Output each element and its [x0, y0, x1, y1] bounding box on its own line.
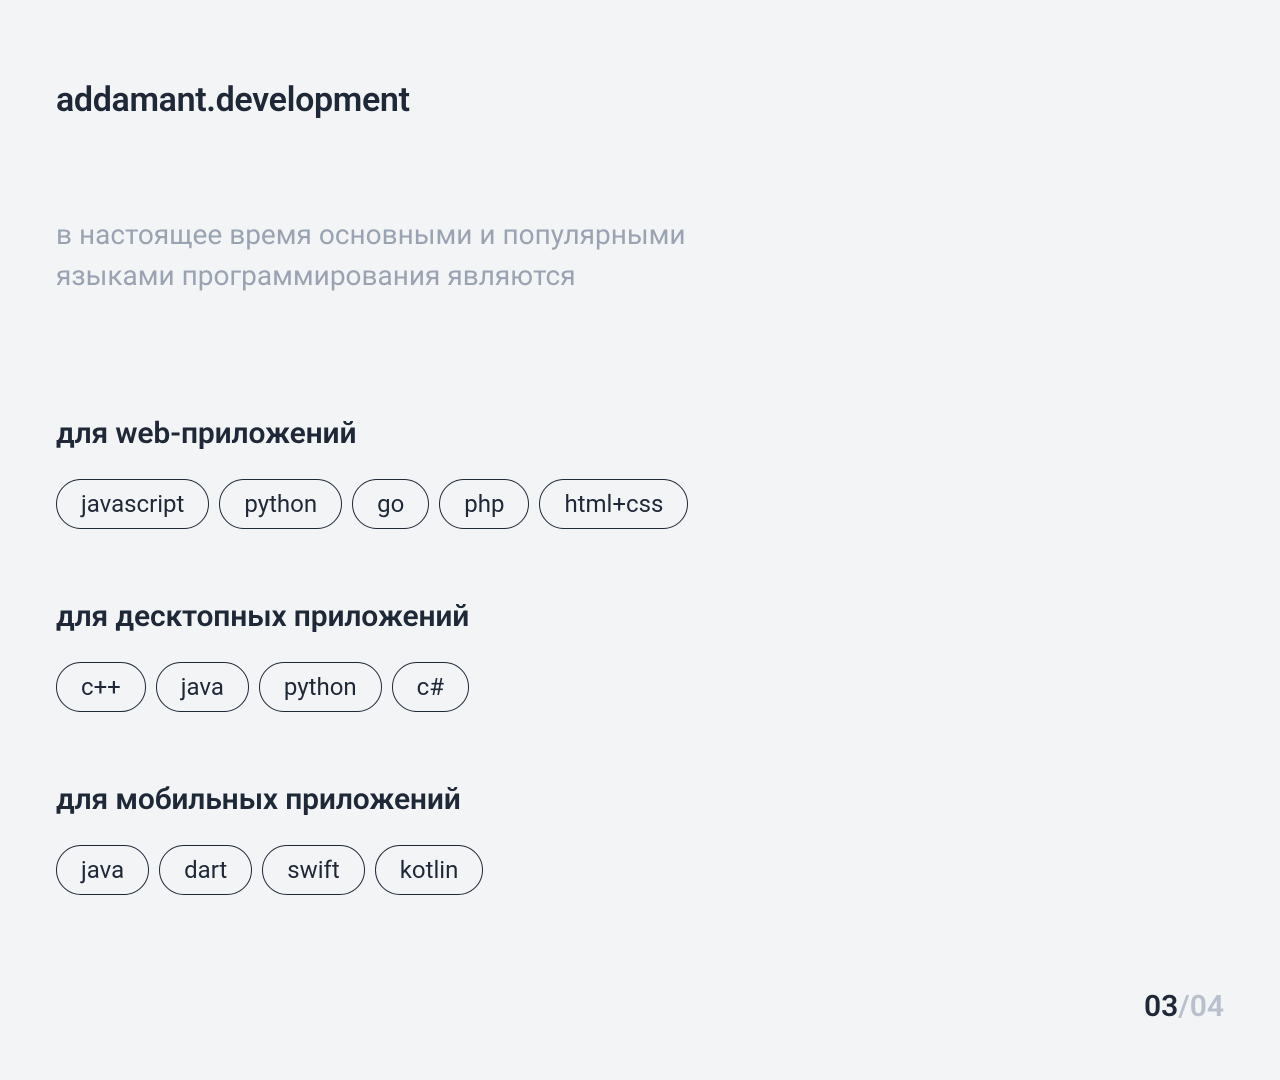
- tag-pill: swift: [262, 845, 364, 895]
- section-web: для web-приложений javascript python go …: [56, 416, 1224, 529]
- page-counter: 03/04: [1144, 989, 1224, 1024]
- tag-pill: dart: [159, 845, 252, 895]
- tag-pill: java: [56, 845, 149, 895]
- section-mobile: для мобильных приложений java dart swift…: [56, 782, 1224, 895]
- intro-text: в настоящее время основными и популярным…: [56, 215, 806, 296]
- brand-title: addamant.development: [56, 80, 1224, 120]
- tag-pill: python: [219, 479, 342, 529]
- page-current: 03: [1144, 989, 1178, 1024]
- tag-pill: go: [352, 479, 429, 529]
- section-web-title: для web-приложений: [56, 416, 1224, 451]
- tag-pill: javascript: [56, 479, 209, 529]
- section-desktop-title: для десктопных приложений: [56, 599, 1224, 634]
- tag-pill: c++: [56, 662, 146, 712]
- tag-pill: java: [156, 662, 249, 712]
- page-total: 04: [1190, 989, 1224, 1024]
- section-desktop-tags: c++ java python c#: [56, 662, 1224, 712]
- tag-pill: html+css: [539, 479, 688, 529]
- tag-pill: kotlin: [375, 845, 484, 895]
- section-web-tags: javascript python go php html+css: [56, 479, 1224, 529]
- section-mobile-tags: java dart swift kotlin: [56, 845, 1224, 895]
- tag-pill: php: [439, 479, 529, 529]
- tag-pill: c#: [392, 662, 469, 712]
- tag-pill: python: [259, 662, 382, 712]
- page-separator: /: [1178, 989, 1189, 1024]
- section-mobile-title: для мобильных приложений: [56, 782, 1224, 817]
- section-desktop: для десктопных приложений c++ java pytho…: [56, 599, 1224, 712]
